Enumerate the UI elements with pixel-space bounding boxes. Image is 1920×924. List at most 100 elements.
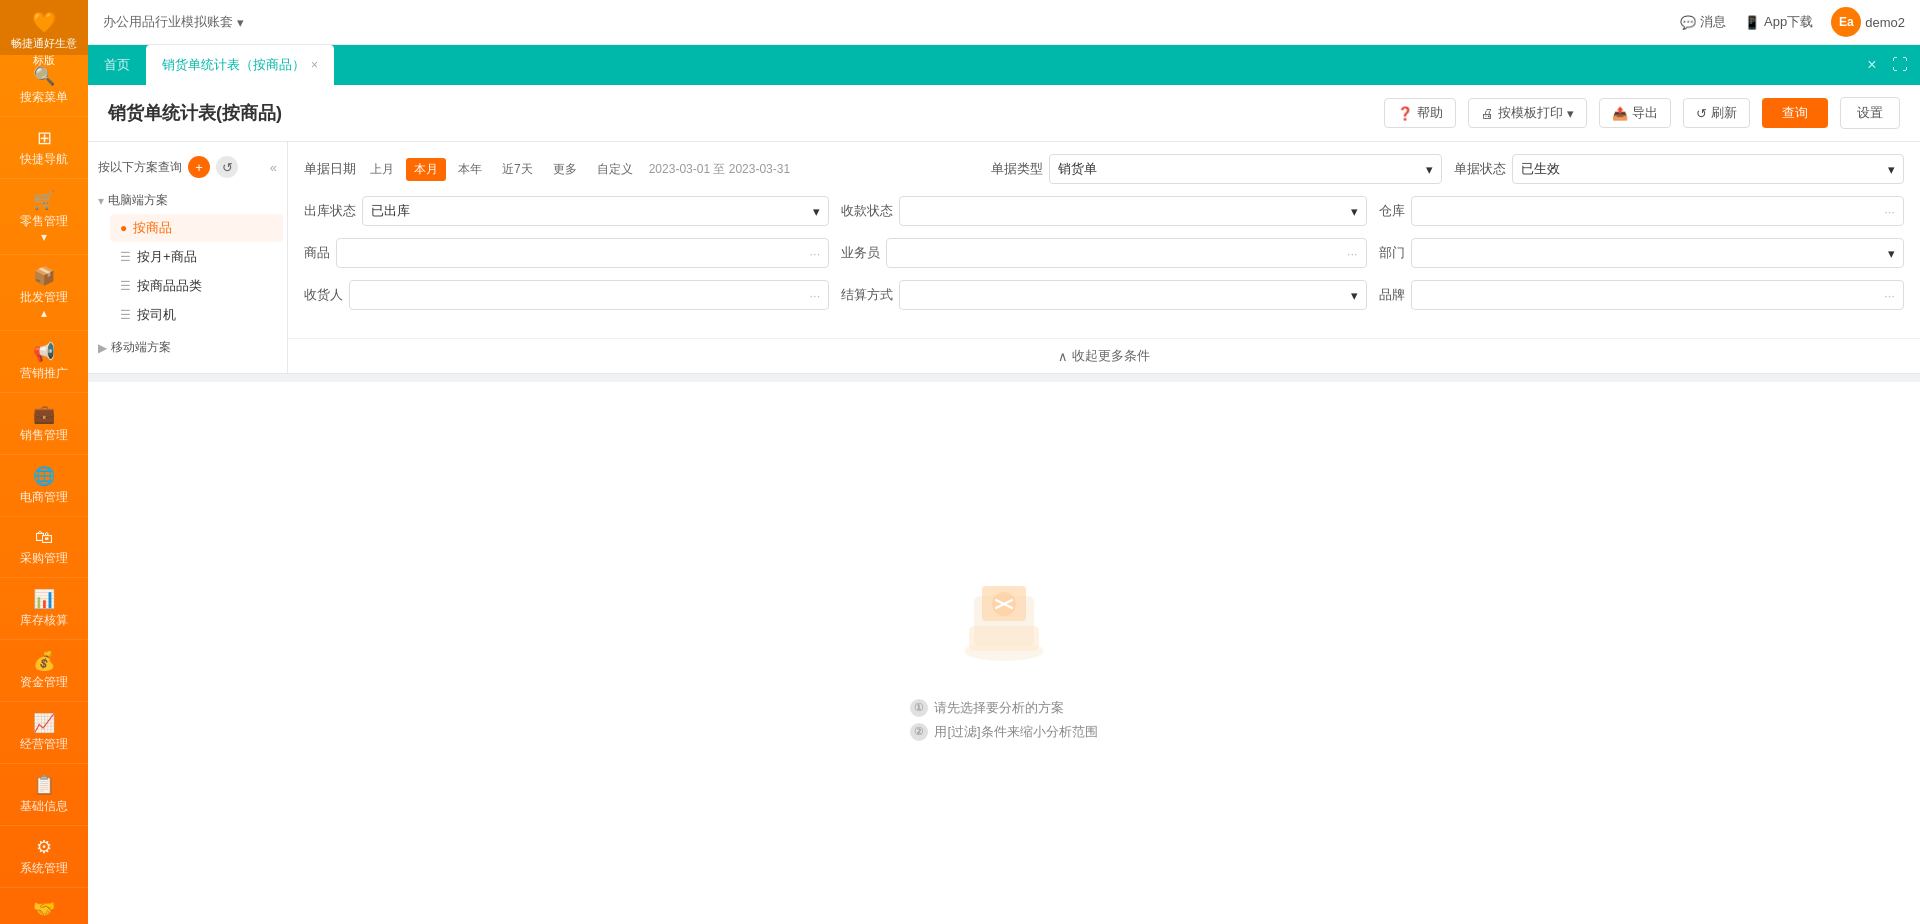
- operations-icon: 📈: [33, 712, 55, 734]
- industry-selector[interactable]: 办公用品行业模拟账套 ▾: [103, 13, 244, 31]
- grid-icon: ⊞: [37, 127, 52, 149]
- sidebar-item-basic[interactable]: 📋 基础信息: [0, 764, 88, 826]
- scheme-item-icon-active: ●: [120, 221, 127, 235]
- scheme-header-title: 按以下方案查询: [98, 159, 182, 176]
- sidebar-item-inventory[interactable]: 📊 库存核算: [0, 578, 88, 640]
- recipient-select[interactable]: ···: [349, 280, 829, 310]
- brand-field: 品牌 ···: [1379, 280, 1904, 310]
- sidebar-item-search[interactable]: 🔍 搜索菜单: [0, 55, 88, 117]
- brand-more-icon: ···: [1884, 288, 1895, 303]
- scheme-refresh-btn[interactable]: ↺: [216, 156, 238, 178]
- sidebar-item-sales[interactable]: 💼 销售管理: [0, 393, 88, 455]
- sidebar-item-quick-nav[interactable]: ⊞ 快捷导航: [0, 117, 88, 179]
- recipient-label: 收货人: [304, 286, 343, 304]
- sidebar-item-purchase[interactable]: 🛍 采购管理: [0, 517, 88, 578]
- filter-right-area: 单据日期 上月 本月 本年 近7天 更多 自定义 2023-03-01 至 20…: [288, 142, 1920, 373]
- sidebar-item-label: 销售管理: [20, 427, 68, 444]
- empty-tip-1: ① 请先选择要分析的方案: [910, 699, 1097, 717]
- filter-right: 单据日期 上月 本月 本年 近7天 更多 自定义 2023-03-01 至 20…: [288, 142, 1920, 334]
- scheme-collapse-btn[interactable]: «: [270, 160, 277, 175]
- brand-select[interactable]: ···: [1411, 280, 1904, 310]
- group-mobile-label: 移动端方案: [111, 339, 171, 356]
- department-select[interactable]: ▾: [1411, 238, 1904, 268]
- doc-type-label: 单据类型: [991, 160, 1043, 178]
- print-btn[interactable]: 🖨 按模板打印 ▾: [1468, 98, 1587, 128]
- content-area: 销货单统计表(按商品) ❓ 帮助 🖨 按模板打印 ▾ 📤 导出 ↺ 刷新: [88, 85, 1920, 924]
- recipient-more-icon: ···: [809, 288, 820, 303]
- app-download-btn[interactable]: 📱 App下载: [1744, 13, 1813, 31]
- chevron-down-icon: ▾: [41, 230, 47, 244]
- scheme-panel: 按以下方案查询 + ↺ « ▾: [88, 142, 288, 373]
- query-button[interactable]: 查询: [1762, 98, 1828, 128]
- sidebar: 🧡 畅捷通好生意 标版 🔍 搜索菜单 ⊞ 快捷导航 🛒 零售管理 ▾ 📦 批发管…: [0, 0, 88, 924]
- scheme-add-btn[interactable]: +: [188, 156, 210, 178]
- date-last-7-days-btn[interactable]: 近7天: [494, 158, 541, 181]
- minimize-btn[interactable]: ×: [1862, 55, 1882, 75]
- scheme-item-label: 按商品品类: [137, 277, 202, 295]
- date-more-btn[interactable]: 更多: [545, 158, 585, 181]
- retail-icon: 🛒: [33, 189, 55, 211]
- warehouse-more-icon: ···: [1884, 204, 1895, 219]
- scheme-item-by-category[interactable]: ☰ 按商品品类: [110, 272, 283, 300]
- sidebar-item-system[interactable]: ⚙ 系统管理: [0, 826, 88, 888]
- page-header: 销货单统计表(按商品) ❓ 帮助 🖨 按模板打印 ▾ 📤 导出 ↺ 刷新: [88, 85, 1920, 142]
- scheme-group-pc-title[interactable]: ▾ 电脑端方案: [88, 188, 287, 213]
- scheme-item-by-driver[interactable]: ☰ 按司机: [110, 301, 283, 329]
- user-profile[interactable]: Ea demo2: [1831, 7, 1905, 37]
- scheme-item-by-product[interactable]: ● 按商品: [110, 214, 283, 242]
- sidebar-item-retail[interactable]: 🛒 零售管理 ▾: [0, 179, 88, 255]
- filter-row-1: 单据日期 上月 本月 本年 近7天 更多 自定义 2023-03-01 至 20…: [304, 154, 1904, 184]
- export-btn[interactable]: 📤 导出: [1599, 98, 1671, 128]
- tip-num-1: ①: [910, 699, 928, 717]
- ecommerce-icon: 🌐: [33, 465, 55, 487]
- sidebar-item-operations[interactable]: 📈 经营管理: [0, 702, 88, 764]
- date-range-text: 2023-03-01 至 2023-03-31: [649, 161, 790, 178]
- settings-button[interactable]: 设置: [1840, 97, 1900, 129]
- help-btn[interactable]: ❓ 帮助: [1384, 98, 1456, 128]
- tip-num-2: ②: [910, 723, 928, 741]
- refresh-btn[interactable]: ↺ 刷新: [1683, 98, 1750, 128]
- basic-icon: 📋: [33, 774, 55, 796]
- settlement-arrow-icon: ▾: [1351, 288, 1358, 303]
- help-icon: ❓: [1397, 106, 1413, 121]
- message-btn[interactable]: 💬 消息: [1680, 13, 1726, 31]
- doc-type-value: 销货单: [1058, 160, 1097, 178]
- tabbar: 首页 销货单统计表（按商品） × × ⛶: [88, 45, 1920, 85]
- window-controls: × ⛶: [1862, 55, 1920, 75]
- warehouse-label: 仓库: [1379, 202, 1405, 220]
- sidebar-item-label: 快捷导航: [20, 151, 68, 168]
- product-select[interactable]: ···: [336, 238, 829, 268]
- maximize-btn[interactable]: ⛶: [1890, 55, 1910, 75]
- message-icon: 💬: [1680, 15, 1696, 30]
- app-logo: 🧡 畅捷通好生意 标版: [0, 0, 88, 55]
- scheme-item-by-month-product[interactable]: ☰ 按月+商品: [110, 243, 283, 271]
- doc-type-select[interactable]: 销货单 ▾: [1049, 154, 1441, 184]
- doc-status-select[interactable]: 已生效 ▾: [1512, 154, 1904, 184]
- topbar-left: 办公用品行业模拟账套 ▾: [103, 13, 244, 31]
- date-current-year-btn[interactable]: 本年: [450, 158, 490, 181]
- filter-panel: 按以下方案查询 + ↺ « ▾: [88, 142, 1920, 373]
- tab-active[interactable]: 销货单统计表（按商品） ×: [146, 45, 334, 85]
- industry-label: 办公用品行业模拟账套: [103, 13, 233, 31]
- collapse-section: ∧ 收起更多条件: [288, 338, 1920, 373]
- settlement-select[interactable]: ▾: [899, 280, 1366, 310]
- tab-close-icon[interactable]: ×: [311, 58, 318, 72]
- sidebar-item-ecommerce[interactable]: 🌐 电商管理: [0, 455, 88, 517]
- scheme-group-mobile-title[interactable]: ▶ 移动端方案: [88, 335, 287, 360]
- date-custom-btn[interactable]: 自定义: [589, 158, 641, 181]
- sidebar-item-wholesale[interactable]: 📦 批发管理 ▴: [0, 255, 88, 331]
- industry-arrow-icon: ▾: [237, 15, 244, 30]
- date-last-month-btn[interactable]: 上月: [362, 158, 402, 181]
- topbar: 办公用品行业模拟账套 ▾ 💬 消息 📱 App下载 Ea demo2: [88, 0, 1920, 45]
- collapse-btn[interactable]: ∧ 收起更多条件: [1058, 347, 1150, 365]
- tab-home[interactable]: 首页: [88, 45, 146, 85]
- sidebar-item-finance[interactable]: 💰 资金管理: [0, 640, 88, 702]
- sidebar-item-label: 零售管理: [20, 213, 68, 230]
- date-current-month-btn[interactable]: 本月: [406, 158, 446, 181]
- salesperson-select[interactable]: ···: [886, 238, 1366, 268]
- collect-status-select[interactable]: ▾: [899, 196, 1366, 226]
- sidebar-item-enterprise[interactable]: 🤝 企业协同: [0, 888, 88, 924]
- sidebar-item-marketing[interactable]: 📢 营销推广: [0, 331, 88, 393]
- out-status-select[interactable]: 已出库 ▾: [362, 196, 829, 226]
- warehouse-select[interactable]: ···: [1411, 196, 1904, 226]
